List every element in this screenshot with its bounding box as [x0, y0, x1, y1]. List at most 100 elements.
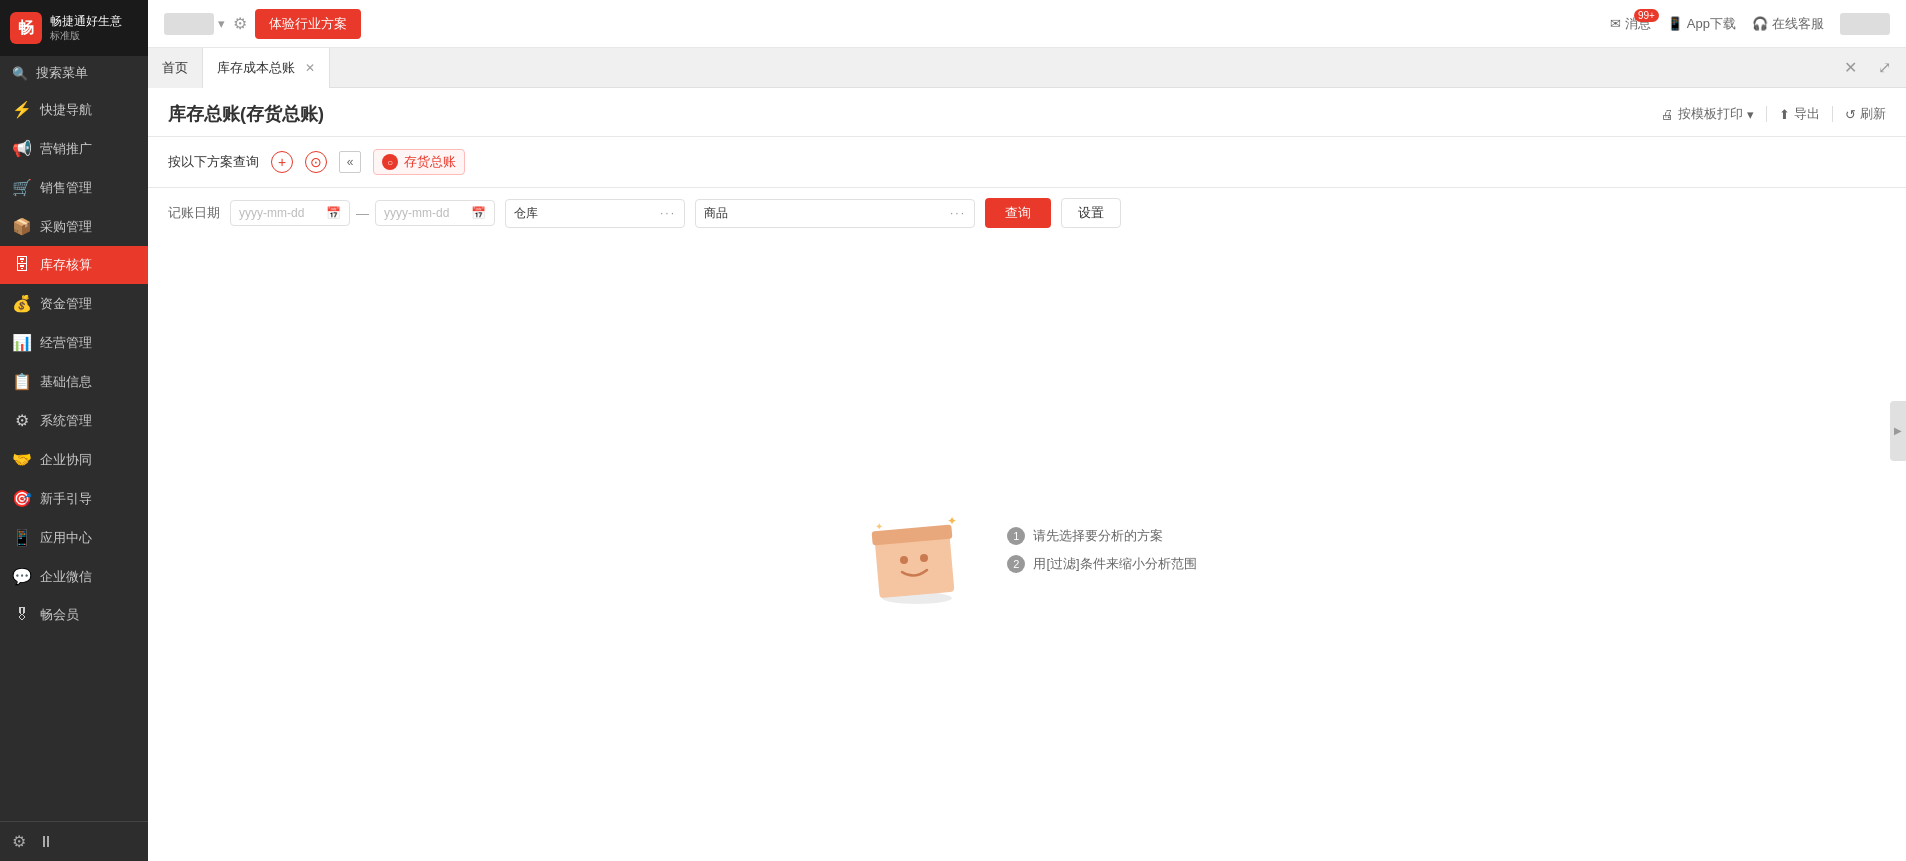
phone-icon: 📱: [1667, 16, 1683, 31]
operations-icon: 📊: [12, 333, 32, 352]
member-icon: 🎖: [12, 606, 32, 624]
svg-text:✦: ✦: [947, 514, 957, 528]
sidebar: 畅 畅捷通好生意 标准版 🔍 搜索菜单 ⚡ 快捷导航 📢 营销推广 🛒 销售管理…: [0, 0, 148, 861]
divider-2: [1832, 106, 1833, 122]
sidebar-item-member[interactable]: 🎖 畅会员: [0, 596, 148, 634]
filter-collapse-btn[interactable]: «: [339, 151, 361, 173]
tab-home[interactable]: 首页: [148, 48, 203, 88]
guide-icon: 🎯: [12, 489, 32, 508]
sidebar-item-marketing[interactable]: 📢 营销推广: [0, 129, 148, 168]
scheme-icon: ○: [382, 154, 398, 170]
main-content: ▾ ⚙ 体验行业方案 ✉ 消息 99+ 📱 App下载 🎧 在线客服: [148, 0, 1906, 861]
sidebar-item-basic-info[interactable]: 📋 基础信息: [0, 362, 148, 401]
app-download-btn[interactable]: 📱 App下载: [1667, 15, 1736, 33]
settings-btn[interactable]: 设置: [1061, 198, 1121, 228]
divider-1: [1766, 106, 1767, 122]
online-support-btn[interactable]: 🎧 在线客服: [1752, 15, 1824, 33]
sidebar-nav: ⚡ 快捷导航 📢 营销推广 🛒 销售管理 📦 采购管理 🗄 库存核算 💰 资金管…: [0, 90, 148, 821]
print-icon: 🖨: [1661, 107, 1674, 122]
tabbar: 首页 库存成本总账 ✕ ✕ ⤢: [148, 48, 1906, 88]
topbar-left: ▾ ⚙ 体验行业方案: [164, 9, 1598, 39]
page-content: 库存总账(存货总账) 🖨 按模板打印 ▾ ⬆ 导出 ↺ 刷新: [148, 88, 1906, 861]
breadcrumb: ▾: [164, 13, 225, 35]
svg-point-4: [920, 554, 928, 562]
breadcrumb-avatar: [164, 13, 214, 35]
filter-add-btn[interactable]: +: [271, 151, 293, 173]
empty-step-2: 2 用[过滤]条件来缩小分析范围: [1007, 555, 1196, 573]
empty-inner: ✦ ✦ 1 请先选择要分析的方案 2 用[过滤]条件来缩小分析范围: [857, 490, 1196, 610]
wecom-icon: 💬: [12, 567, 32, 586]
filter-remove-btn[interactable]: ⊙: [305, 151, 327, 173]
product-dots-icon: ···: [950, 206, 966, 220]
empty-text: 1 请先选择要分析的方案 2 用[过滤]条件来缩小分析范围: [1007, 527, 1196, 573]
sidebar-item-app-center[interactable]: 📱 应用中心: [0, 518, 148, 557]
user-area[interactable]: [1840, 13, 1890, 35]
sidebar-item-finance[interactable]: 💰 资金管理: [0, 284, 148, 323]
tabbar-right: ✕ ⤢: [1836, 54, 1906, 82]
sales-icon: 🛒: [12, 178, 32, 197]
step-2-num: 2: [1007, 555, 1025, 573]
sidebar-item-operations[interactable]: 📊 经营管理: [0, 323, 148, 362]
sidebar-search[interactable]: 🔍 搜索菜单: [0, 56, 148, 90]
export-icon: ⬆: [1779, 107, 1790, 122]
headset-icon: 🎧: [1752, 16, 1768, 31]
app-logo-icon: 畅: [10, 12, 42, 44]
message-icon: ✉: [1610, 16, 1621, 31]
right-panel-hint[interactable]: ▶: [1890, 401, 1906, 461]
settings-footer-icon[interactable]: ⚙: [12, 832, 26, 851]
calendar-to-icon: 📅: [471, 206, 486, 220]
sidebar-item-enterprise[interactable]: 🤝 企业协同: [0, 440, 148, 479]
empty-step-1: 1 请先选择要分析的方案: [1007, 527, 1196, 545]
sidebar-item-guide[interactable]: 🎯 新手引导: [0, 479, 148, 518]
user-avatar: [1840, 13, 1890, 35]
messages-btn[interactable]: ✉ 消息 99+: [1610, 15, 1651, 33]
print-chevron-icon: ▾: [1747, 107, 1754, 122]
svg-point-3: [900, 556, 908, 564]
topbar: ▾ ⚙ 体验行业方案 ✉ 消息 99+ 📱 App下载 🎧 在线客服: [148, 0, 1906, 48]
marketing-icon: 📢: [12, 139, 32, 158]
collapse-sidebar-icon[interactable]: ⏸: [38, 833, 54, 851]
inventory-icon: 🗄: [12, 256, 32, 274]
topbar-settings-icon[interactable]: ⚙: [233, 14, 247, 33]
app-center-icon: 📱: [12, 528, 32, 547]
warehouse-select[interactable]: 仓库 ···: [505, 199, 685, 228]
svg-text:✦: ✦: [875, 521, 883, 532]
sidebar-item-system[interactable]: ⚙ 系统管理: [0, 401, 148, 440]
date-separator: —: [356, 206, 369, 221]
tabbar-close-all-icon[interactable]: ✕: [1836, 54, 1864, 82]
basic-info-icon: 📋: [12, 372, 32, 391]
sidebar-item-purchase[interactable]: 📦 采购管理: [0, 207, 148, 246]
sidebar-item-quick-nav[interactable]: ⚡ 快捷导航: [0, 90, 148, 129]
sidebar-logo: 畅 畅捷通好生意 标准版: [0, 0, 148, 56]
product-select[interactable]: 商品 ···: [695, 199, 975, 228]
filter-row: 记账日期 yyyy-mm-dd 📅 — yyyy-mm-dd 📅 仓库 ··· …: [148, 188, 1906, 238]
sidebar-item-inventory[interactable]: 🗄 库存核算: [0, 246, 148, 284]
filter-bar: 按以下方案查询 + ⊙ « ○ 存货总账: [148, 137, 1906, 188]
sidebar-item-wecom[interactable]: 💬 企业微信: [0, 557, 148, 596]
tabbar-expand-icon[interactable]: ⤢: [1870, 54, 1898, 82]
page-header-actions: 🖨 按模板打印 ▾ ⬆ 导出 ↺ 刷新: [1661, 105, 1886, 123]
print-btn[interactable]: 🖨 按模板打印 ▾: [1661, 105, 1754, 123]
calendar-from-icon: 📅: [326, 206, 341, 220]
date-to-input[interactable]: yyyy-mm-dd 📅: [375, 200, 495, 226]
page-header: 库存总账(存货总账) 🖨 按模板打印 ▾ ⬆ 导出 ↺ 刷新: [148, 88, 1906, 137]
tab-inventory-cost[interactable]: 库存成本总账 ✕: [203, 48, 330, 88]
empty-box-svg: ✦ ✦: [857, 490, 977, 610]
breadcrumb-chevron-icon[interactable]: ▾: [218, 16, 225, 31]
query-btn[interactable]: 查询: [985, 198, 1051, 228]
date-label: 记账日期: [168, 204, 220, 222]
sidebar-footer: ⚙ ⏸: [0, 821, 148, 861]
refresh-btn[interactable]: ↺ 刷新: [1845, 105, 1886, 123]
date-from-input[interactable]: yyyy-mm-dd 📅: [230, 200, 350, 226]
filter-scheme-tag[interactable]: ○ 存货总账: [373, 149, 465, 175]
page-title: 库存总账(存货总账): [168, 102, 324, 126]
quick-nav-icon: ⚡: [12, 100, 32, 119]
step-1-num: 1: [1007, 527, 1025, 545]
sidebar-item-sales[interactable]: 🛒 销售管理: [0, 168, 148, 207]
filter-label: 按以下方案查询: [168, 153, 259, 171]
export-btn[interactable]: ⬆ 导出: [1779, 105, 1820, 123]
warehouse-dots-icon: ···: [660, 206, 676, 220]
industry-btn[interactable]: 体验行业方案: [255, 9, 361, 39]
tab-close-icon[interactable]: ✕: [305, 61, 315, 75]
system-icon: ⚙: [12, 411, 32, 430]
